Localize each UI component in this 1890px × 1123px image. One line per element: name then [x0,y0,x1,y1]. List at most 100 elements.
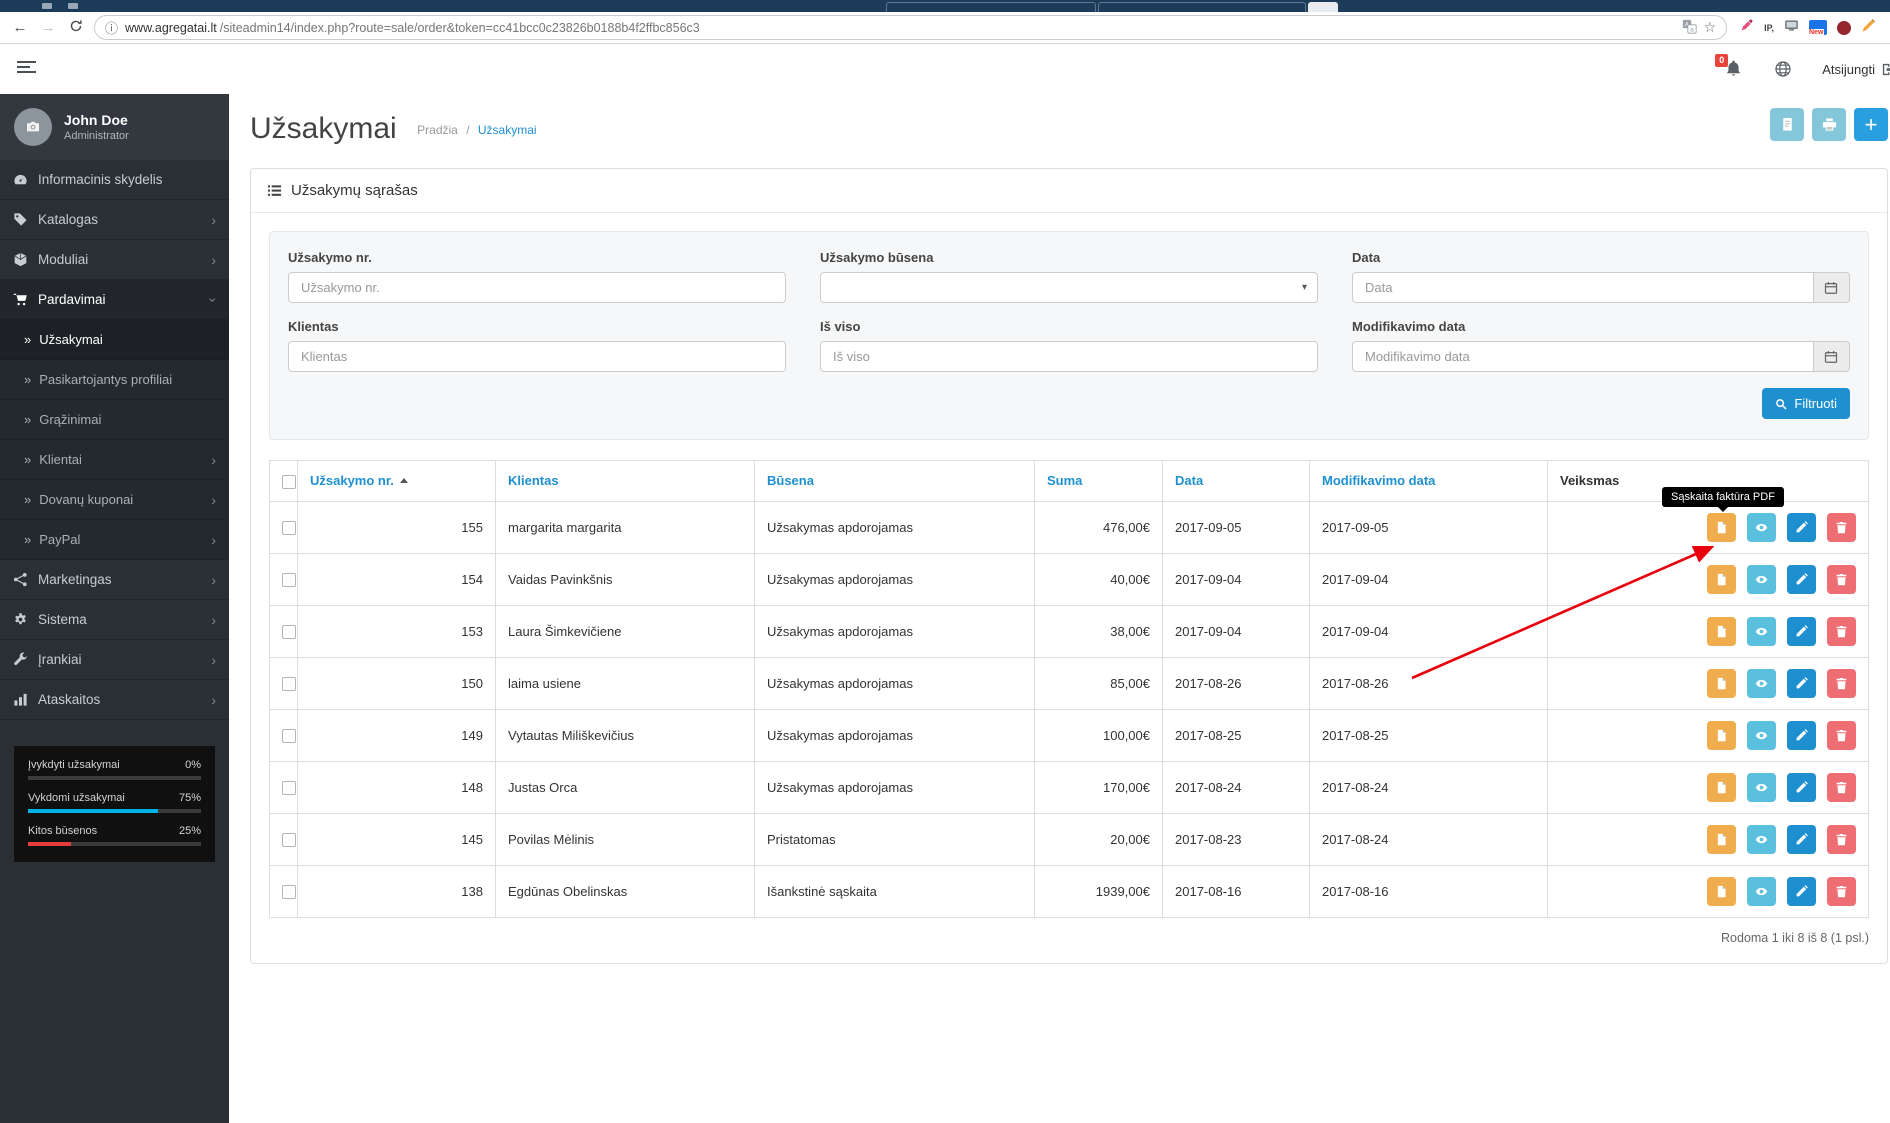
breadcrumb-current-link[interactable]: Užsakymai [478,123,537,137]
sidebar-item-modules[interactable]: Moduliai › [0,240,229,280]
notifications-button[interactable]: 0 [1715,54,1744,79]
delete-button[interactable] [1827,824,1856,854]
delete-button[interactable] [1827,720,1856,750]
edit-button[interactable] [1787,720,1816,750]
new-badge-extension-icon[interactable]: New [1808,20,1827,37]
print-invoice-button[interactable] [1770,108,1804,141]
edit-button[interactable] [1787,876,1816,906]
breadcrumb-home-link[interactable]: Pradžia [417,123,458,137]
sidebar-item-gift-vouchers[interactable]: » Dovanų kuponai › [0,480,229,520]
sort-status[interactable]: Būsena [767,473,814,488]
invoice-pdf-button[interactable] [1707,772,1736,802]
avatar[interactable] [14,108,52,146]
view-button[interactable] [1747,876,1776,906]
select-all-checkbox[interactable] [282,474,296,489]
invoice-pdf-button[interactable] [1707,668,1736,698]
sidebar-item-tools[interactable]: Įrankiai › [0,640,229,680]
edit-button[interactable] [1787,616,1816,646]
page-info-icon[interactable]: ⓘ [105,18,118,37]
edit-button[interactable] [1787,668,1816,698]
add-order-button[interactable]: + [1854,108,1888,141]
sidebar-item-catalog[interactable]: Katalogas › [0,200,229,240]
monitor-extension-icon[interactable] [1784,18,1799,38]
order-status-select[interactable]: ▾ [820,272,1318,303]
invoice-pdf-button[interactable] [1707,564,1736,594]
date-picker-button[interactable] [1813,341,1850,372]
delete-button[interactable] [1827,564,1856,594]
delete-button[interactable] [1827,616,1856,646]
filter-button[interactable]: Filtruoti [1762,388,1850,419]
invoice-pdf-button[interactable] [1707,876,1736,906]
invoice-pdf-button[interactable] [1707,720,1736,750]
invoice-pdf-button[interactable] [1707,824,1736,854]
date-picker-button[interactable] [1813,272,1850,303]
row-checkbox[interactable] [282,832,296,847]
browser-tab[interactable] [886,2,1096,12]
row-checkbox[interactable] [282,520,296,535]
filter-order-no-input[interactable] [288,272,786,303]
edit-button[interactable] [1787,564,1816,594]
language-button[interactable] [1774,60,1792,78]
translate-icon[interactable]: Aa [1682,19,1697,37]
chevron-right-icon: › [211,651,216,668]
back-button[interactable]: ← [10,20,30,35]
sort-customer[interactable]: Klientas [508,473,559,488]
sidebar-item-paypal[interactable]: » PayPal › [0,520,229,560]
sort-date-added[interactable]: Data [1175,473,1203,488]
view-button[interactable] [1747,564,1776,594]
browser-window-icon [68,3,78,9]
print-shipping-list-button[interactable] [1812,108,1846,141]
view-button[interactable] [1747,616,1776,646]
cell-status: Išankstinė sąskaita [754,864,1035,918]
browser-tab-active[interactable] [1308,2,1338,12]
sort-total[interactable]: Suma [1047,473,1082,488]
sort-date-modified[interactable]: Modifikavimo data [1322,473,1435,488]
eyedropper-extension-icon[interactable] [1739,18,1754,38]
delete-button[interactable] [1827,876,1856,906]
row-checkbox[interactable] [282,624,296,639]
edit-button[interactable] [1787,512,1816,542]
delete-button[interactable] [1827,772,1856,802]
delete-button[interactable] [1827,668,1856,698]
row-checkbox[interactable] [282,728,296,743]
cell-date-modified: 2017-08-25 [1309,708,1548,762]
sort-order-no[interactable]: Užsakymo nr. [310,473,394,488]
browser-tab[interactable] [1098,2,1306,12]
view-button[interactable] [1747,720,1776,750]
filter-date-input[interactable] [1352,272,1814,303]
filter-customer-input[interactable] [288,341,786,372]
refresh-button[interactable] [66,19,86,36]
view-button[interactable] [1747,512,1776,542]
sidebar-item-orders[interactable]: » Užsakymai [0,320,229,360]
view-button[interactable] [1747,772,1776,802]
filter-modified-input[interactable] [1352,341,1814,372]
sidebar-item-dashboard[interactable]: Informacinis skydelis [0,160,229,200]
invoice-pdf-button[interactable] [1707,616,1736,646]
sidebar-item-customers[interactable]: » Klientai › [0,440,229,480]
row-checkbox[interactable] [282,780,296,795]
ip-extension-icon[interactable]: IP, [1764,23,1774,33]
invoice-pdf-button[interactable] [1707,512,1736,542]
sidebar-item-system[interactable]: Sistema › [0,600,229,640]
filter-total-input[interactable] [820,341,1318,372]
edit-button[interactable] [1787,824,1816,854]
sidebar-item-recurring-profiles[interactable]: » Pasikartojantys profiliai [0,360,229,400]
view-button[interactable] [1747,824,1776,854]
row-checkbox[interactable] [282,884,296,899]
sidebar-item-reports[interactable]: Ataskaitos › [0,680,229,720]
edit-button[interactable] [1787,772,1816,802]
address-bar[interactable]: ⓘ www.agregatai.lt/siteadmin14/index.php… [94,15,1728,40]
bookmark-star-icon[interactable]: ☆ [1704,19,1717,36]
sidebar-item-marketing[interactable]: Marketingas › [0,560,229,600]
forward-button[interactable]: → [38,20,58,35]
circle-extension-icon[interactable] [1837,20,1851,35]
sidebar-item-returns[interactable]: » Grąžinimai [0,400,229,440]
row-checkbox[interactable] [282,572,296,587]
logout-button[interactable]: Atsijungti [1822,62,1890,77]
sidebar-item-sales[interactable]: Pardavimai › [0,280,229,320]
sidebar-toggle-button[interactable] [17,61,36,76]
row-checkbox[interactable] [282,676,296,691]
pencil-extension-icon[interactable] [1861,18,1876,38]
delete-button[interactable] [1827,512,1856,542]
view-button[interactable] [1747,668,1776,698]
